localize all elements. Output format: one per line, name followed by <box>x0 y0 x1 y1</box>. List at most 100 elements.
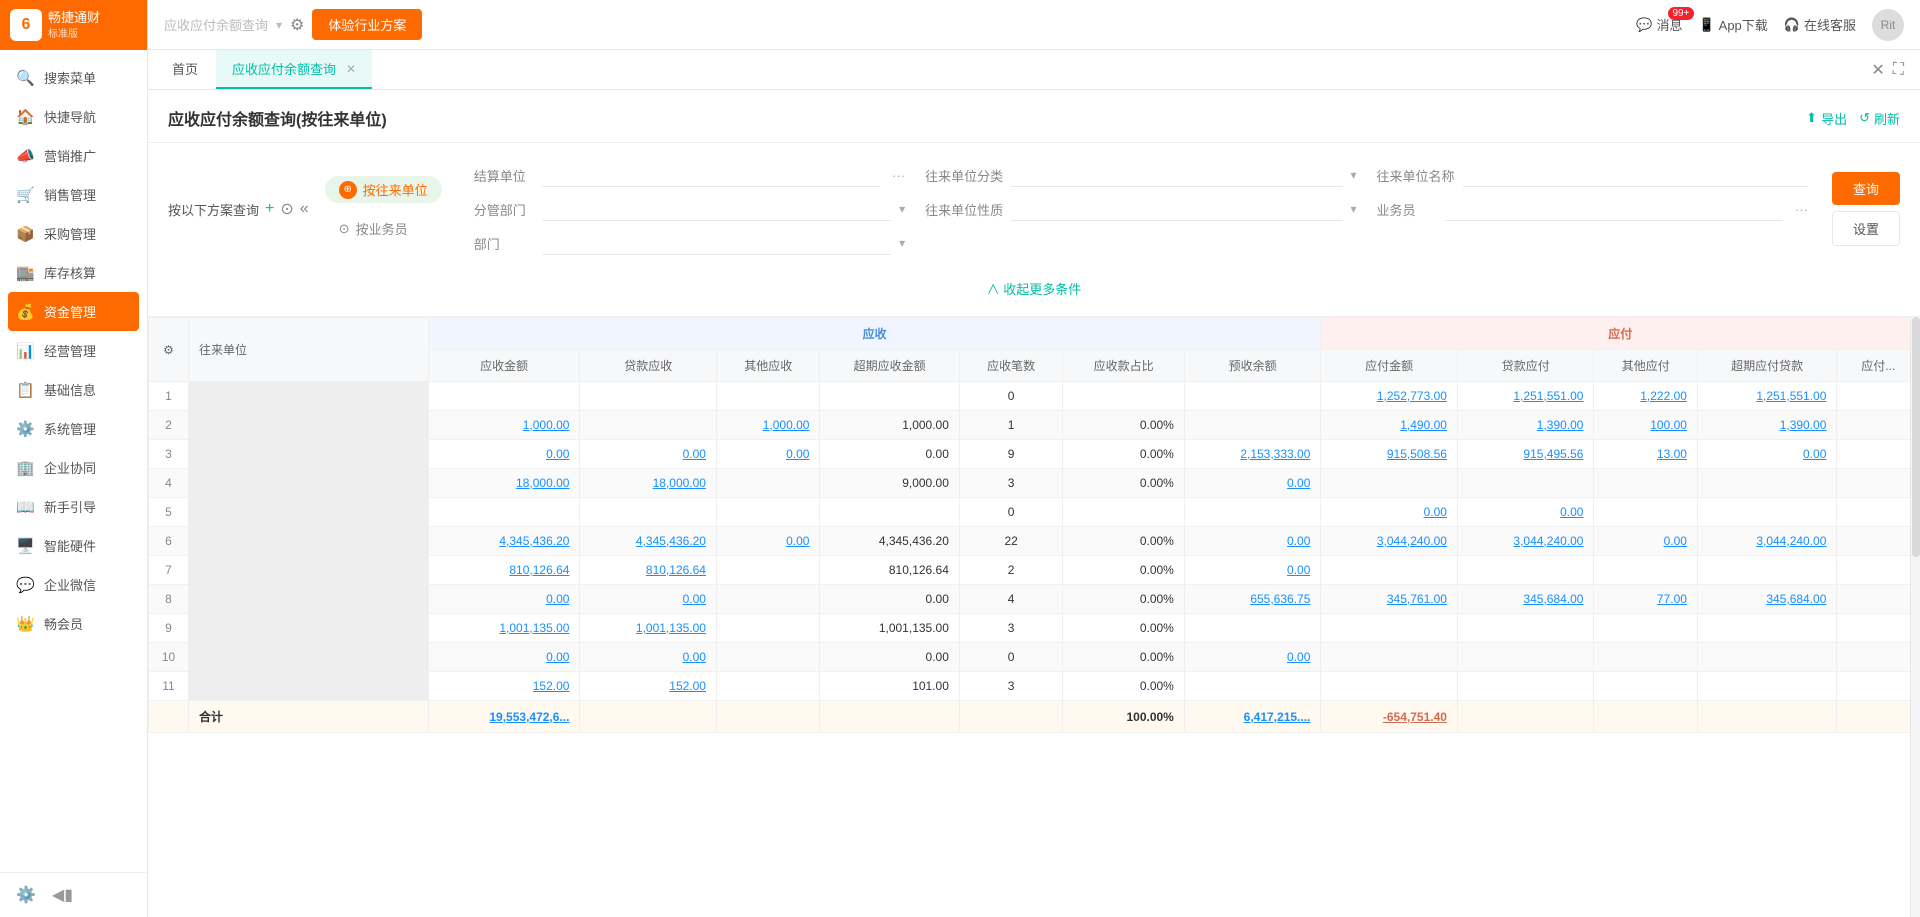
partner-cell <box>189 643 429 672</box>
partner-nature-input[interactable] <box>1011 197 1342 221</box>
sidebar-item-inventory[interactable]: 🏬 库存核算 <box>0 253 147 292</box>
settings-footer-icon[interactable]: ⚙️ <box>16 885 36 905</box>
ar-amount-header: 应收金额 <box>428 350 580 382</box>
data-table: ⚙ 往来单位 应收 应付 应收金额 贷款应收 其他应收 超期应收金额 应收笔数 … <box>148 317 1920 733</box>
basic-icon: 📋 <box>16 381 34 399</box>
sidebar-item-guide[interactable]: 📖 新手引导 <box>0 487 147 526</box>
partner-name-label: 往来单位名称 <box>1377 166 1455 185</box>
filter-area: 按以下方案查询 + ⊙ « ⊕ 按往来单位 ⊙ 按业务员 <box>148 143 1920 317</box>
dept-label: 分管部门 <box>474 200 534 219</box>
sidebar-item-enterprise[interactable]: 🏢 企业协同 <box>0 448 147 487</box>
dept-arrow[interactable]: ▾ <box>899 202 905 216</box>
salesperson-input[interactable] <box>1445 197 1783 221</box>
tab-query[interactable]: 应收应付余额查询 ✕ <box>216 50 372 89</box>
settings-button[interactable]: 设置 <box>1832 211 1900 246</box>
header-settings-icon[interactable]: ⚙ <box>290 15 304 35</box>
header-nav-title: 应收应付余额查询 <box>164 15 268 34</box>
partner-cell <box>189 469 429 498</box>
header-online-service[interactable]: 🎧 在线客服 <box>1784 15 1856 34</box>
filter-partner-nature: 往来单位性质 ▾ <box>925 197 1356 221</box>
ap-amount-header: 应付金额 <box>1321 350 1458 382</box>
sidebar-item-label: 快捷导航 <box>44 107 96 126</box>
page-header: 应收应付余额查询(按往来单位) ⬆ 导出 ↺ 刷新 <box>148 90 1920 143</box>
total-ar-prepaid[interactable]: 6,417,215.... <box>1184 701 1321 733</box>
operations-icon: 📊 <box>16 342 34 360</box>
sidebar-item-basic[interactable]: 📋 基础信息 <box>0 370 147 409</box>
sidebar-item-finance[interactable]: 💰 资金管理 <box>8 292 139 331</box>
partner-type-arrow[interactable]: ▾ <box>1351 168 1357 182</box>
total-ar-amount[interactable]: 19,553,472,6... <box>428 701 580 733</box>
settlement-label: 结算单位 <box>474 166 534 185</box>
ap-more-header: 应付... <box>1837 350 1920 382</box>
partner-cell <box>189 527 429 556</box>
filter-settings-btn[interactable]: ⊙ <box>280 199 293 219</box>
salesperson-dots[interactable]: ··· <box>1795 202 1808 217</box>
sidebar-item-marketing[interactable]: 📣 营销推广 <box>0 136 147 175</box>
sidebar-item-label: 销售管理 <box>44 185 96 204</box>
department-input[interactable] <box>542 231 891 255</box>
header-right: 💬 消息 99+ 📱 App下载 🎧 在线客服 Rit <box>1636 9 1904 41</box>
marketing-icon: 📣 <box>16 147 34 165</box>
sidebar-item-member[interactable]: 👑 畅会员 <box>0 604 147 643</box>
partner-cell <box>189 498 429 527</box>
filter-fields: 结算单位 ··· 往来单位分类 ▾ 往来单位名称 <box>474 155 1808 263</box>
user-avatar[interactable]: Rit <box>1872 9 1904 41</box>
sidebar-item-sales[interactable]: 🛒 销售管理 <box>0 175 147 214</box>
logo-icon: 6 <box>10 9 42 41</box>
settings-col-header[interactable]: ⚙ <box>149 318 189 382</box>
tab-expand-btn[interactable]: ⛶ <box>1893 61 1904 79</box>
partner-nature-arrow[interactable]: ▾ <box>1351 202 1357 216</box>
total-ap-amount[interactable]: -654,751.40 <box>1321 701 1458 733</box>
sidebar-item-hardware[interactable]: 🖥️ 智能硬件 <box>0 526 147 565</box>
table-row: 101,252,773.001,251,551.001,222.001,251,… <box>149 382 1920 411</box>
sidebar-item-system[interactable]: ⚙️ 系统管理 <box>0 409 147 448</box>
sidebar-item-search[interactable]: 🔍 搜索菜单 <box>0 58 147 97</box>
total-ar-ratio: 100.00% <box>1063 701 1184 733</box>
wechat-icon: 💬 <box>16 576 34 594</box>
settlement-input[interactable] <box>542 163 880 187</box>
sidebar-item-operations[interactable]: 📊 经营管理 <box>0 331 147 370</box>
ar-loan-header: 贷款应收 <box>580 350 717 382</box>
export-icon: ⬆ <box>1806 110 1817 126</box>
tab-home[interactable]: 首页 <box>156 50 214 89</box>
collapse-sidebar-icon[interactable]: ◀▮ <box>52 885 73 905</box>
scrollbar-track[interactable] <box>1910 317 1920 917</box>
dept-input[interactable] <box>542 197 891 221</box>
sidebar-item-label: 经营管理 <box>44 341 96 360</box>
filter-add-btn[interactable]: + <box>265 200 274 218</box>
message-icon: 💬 <box>1636 17 1652 33</box>
scrollbar-thumb[interactable] <box>1912 317 1920 557</box>
table-row: 30.000.000.000.0090.00%2,153,333.00915,5… <box>149 440 1920 469</box>
sidebar-item-purchase[interactable]: 📦 采购管理 <box>0 214 147 253</box>
filter-scheme-partner[interactable]: ⊕ 按往来单位 <box>325 176 442 203</box>
header-message[interactable]: 💬 消息 99+ <box>1636 15 1682 34</box>
sidebar-item-quicknav[interactable]: 🏠 快捷导航 <box>0 97 147 136</box>
query-button[interactable]: 查询 <box>1832 172 1900 205</box>
filter-collapse-toggle[interactable]: ∧ 收起更多条件 <box>168 273 1900 304</box>
member-icon: 👑 <box>16 615 34 633</box>
partner-name-input[interactable] <box>1463 163 1808 187</box>
tab-close-icon[interactable]: ✕ <box>346 62 356 76</box>
filter-collapse-btn[interactable]: « <box>300 200 309 218</box>
filter-settlement: 结算单位 ··· <box>474 163 905 187</box>
filter-scheme-salesperson[interactable]: ⊙ 按业务员 <box>325 215 442 242</box>
department-arrow[interactable]: ▾ <box>899 236 905 250</box>
sidebar-item-label: 企业协同 <box>44 458 96 477</box>
sidebar-item-wechat[interactable]: 💬 企业微信 <box>0 565 147 604</box>
export-button[interactable]: ⬆ 导出 <box>1806 109 1847 128</box>
sidebar-logo: 6 畅捷通财 标准版 <box>0 0 147 50</box>
partner-col-header: 往来单位 <box>189 318 429 382</box>
sidebar-item-label: 企业微信 <box>44 575 96 594</box>
sidebar-item-label: 系统管理 <box>44 419 96 438</box>
partner-cell <box>189 585 429 614</box>
header-app-download[interactable]: 📱 App下载 <box>1698 15 1767 34</box>
sidebar-item-label: 营销推广 <box>44 146 96 165</box>
trial-btn[interactable]: 体验行业方案 <box>312 9 422 40</box>
tab-close-btn[interactable]: ✕ <box>1871 60 1884 80</box>
table-area[interactable]: ⚙ 往来单位 应收 应付 应收金额 贷款应收 其他应收 超期应收金额 应收笔数 … <box>148 317 1920 917</box>
refresh-button[interactable]: ↺ 刷新 <box>1859 109 1900 128</box>
sidebar-footer: ⚙️ ◀▮ <box>0 872 147 917</box>
sales-icon: 🛒 <box>16 186 34 204</box>
partner-type-input[interactable] <box>1011 163 1342 187</box>
settlement-dots[interactable]: ··· <box>892 168 905 183</box>
